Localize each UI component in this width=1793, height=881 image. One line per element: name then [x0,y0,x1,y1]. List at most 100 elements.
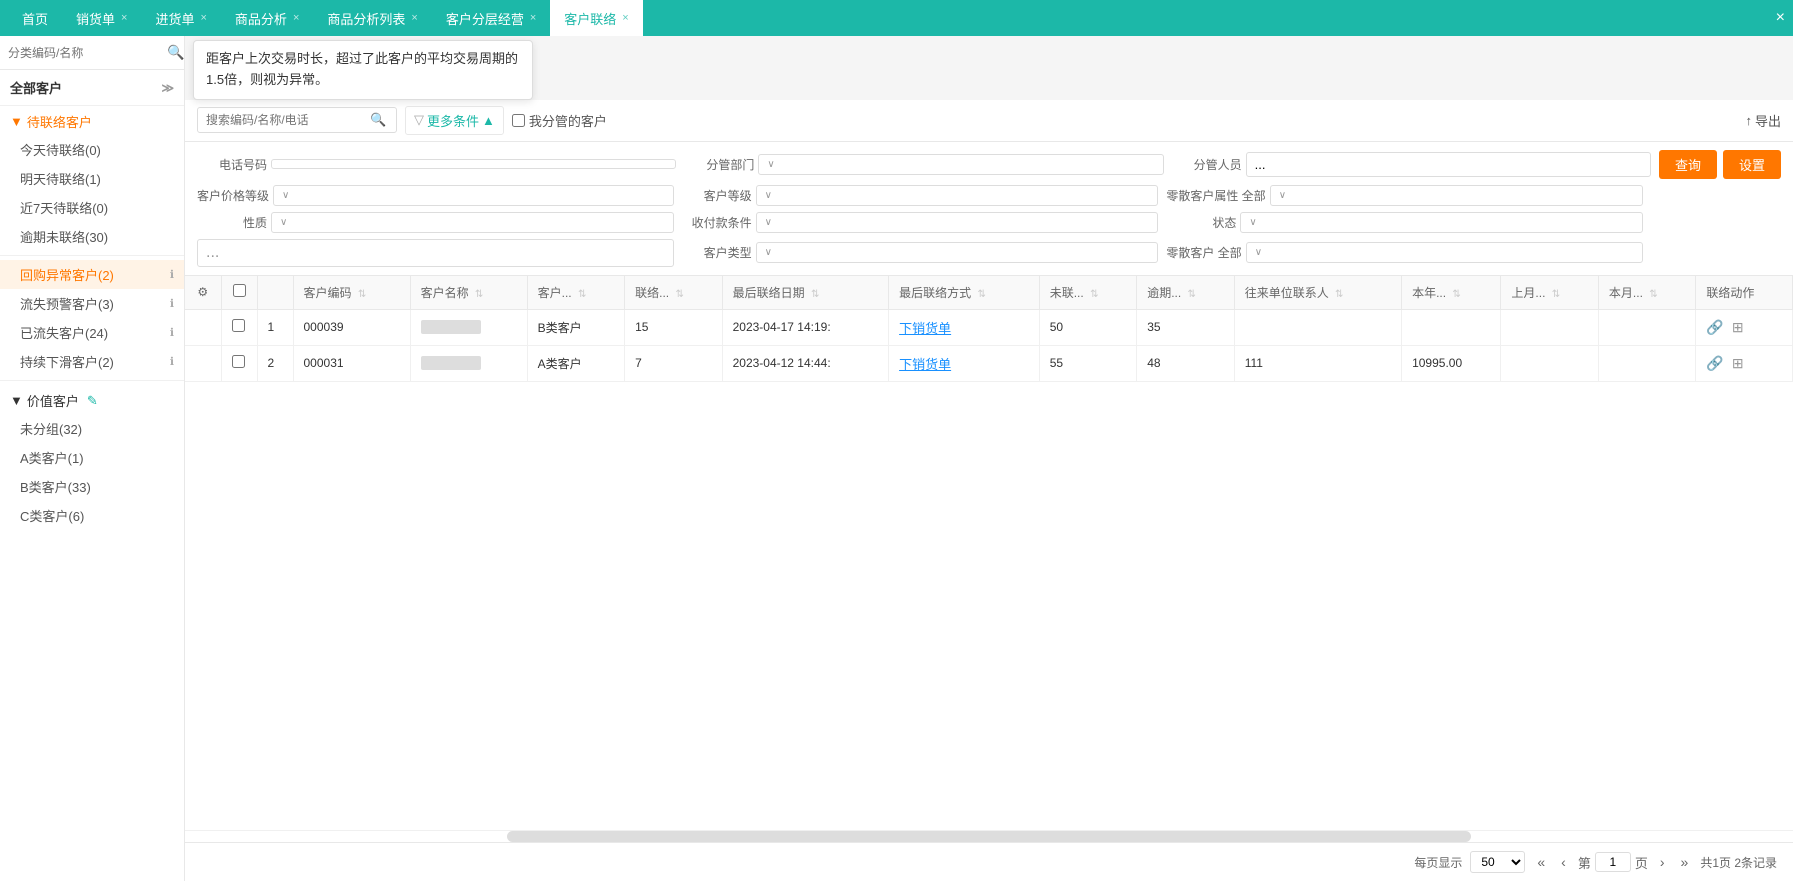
phone-input[interactable] [271,159,676,169]
th-last-contact-method[interactable]: 最后联络方式 ⇅ [889,276,1040,310]
td-check-0[interactable] [221,309,257,345]
th-history-contacts[interactable]: 往来单位联系人 ⇅ [1234,276,1401,310]
sidebar-divider-1 [0,255,184,256]
filter-status: 状态 ∨ [1166,212,1643,233]
sidebar-item-b-type[interactable]: B类客户(33) [0,472,184,501]
customer-type-select[interactable]: ∨ [756,242,1159,263]
nav-customer-segment[interactable]: 客户分层经营 × [432,0,550,36]
all-customers-header: 全部客户 ≫ [0,70,184,106]
sidebar-item-lost-predicted[interactable]: 流失预警客户(3) ℹ [0,289,184,318]
info-icon-already-lost: ℹ [170,326,174,339]
td-last-method-1[interactable]: 下销货单 [889,345,1040,381]
sort-lastmonth-icon: ⇅ [1552,289,1560,300]
nav-purchase-order[interactable]: 进货单 × [141,0,220,36]
first-page-btn[interactable]: « [1533,852,1549,872]
my-customers-checkbox-label[interactable]: 我分管的客户 [512,111,607,130]
sidebar-item-repurchase-abnormal[interactable]: 回购异常客户(2) ℹ [0,260,184,289]
th-name[interactable]: 客户名称 ⇅ [410,276,527,310]
th-overdue[interactable]: 逾期... ⇅ [1137,276,1234,310]
nature-select[interactable]: ∨ [271,212,674,233]
action-grid-icon-1[interactable]: ⊞ [1732,355,1744,372]
sidebar-item-overdue-pending[interactable]: 逾期未联络(30) [0,222,184,251]
all-customers-label: 全部客户 [10,78,62,97]
pagination-bar: 每页显示 50 100 200 « ‹ 第 页 › » 共1页 2条记录 [185,842,1793,881]
close-product-analysis-icon[interactable]: × [293,12,299,24]
last-page-btn[interactable]: » [1677,852,1693,872]
nav-customer-contact[interactable]: 客户联络 × [550,0,642,36]
horizontal-scrollbar[interactable] [185,830,1793,842]
td-last-method-0[interactable]: 下销货单 [889,309,1040,345]
th-check[interactable] [221,276,257,310]
prev-page-btn[interactable]: ‹ [1557,852,1570,872]
close-customer-contact-icon[interactable]: × [622,12,628,24]
sort-contact-icon: ⇅ [675,289,683,300]
select-all-checkbox[interactable] [233,284,246,297]
sidebar-item-ungroup[interactable]: 未分组(32) [0,414,184,443]
value-group-label[interactable]: ▼ 价值客户 ✎ [0,385,184,414]
th-last-month[interactable]: 上月... ⇅ [1501,276,1598,310]
td-overdue-1: 48 [1137,345,1234,381]
close-sales-order-icon[interactable]: × [121,12,127,24]
action-link-icon-0[interactable]: 🔗 [1706,319,1723,336]
td-check-1[interactable] [221,345,257,381]
search-icon[interactable]: 🔍 [370,112,386,128]
th-this-month[interactable]: 本月... ⇅ [1598,276,1695,310]
sidebar-item-a-type[interactable]: A类客户(1) [0,443,184,472]
td-gear-0 [185,309,221,345]
th-code[interactable]: 客户编码 ⇅ [293,276,410,310]
search-input[interactable] [206,113,366,127]
sort-thismonth-icon: ⇅ [1649,289,1657,300]
td-action-0: 🔗 ⊞ [1696,309,1793,345]
action-grid-icon-0[interactable]: ⊞ [1732,319,1744,336]
sidebar-item-already-lost[interactable]: 已流失客户(24) ℹ [0,318,184,347]
sidebar-item-7days-pending[interactable]: 近7天待联络(0) [0,193,184,222]
my-customers-checkbox[interactable] [512,114,525,127]
export-btn[interactable]: ↑ 导出 [1745,111,1781,130]
customer-level-select[interactable]: ∨ [756,185,1159,206]
th-uncontacted[interactable]: 未联... ⇅ [1039,276,1136,310]
payment-select[interactable]: ∨ [756,212,1159,233]
nav-home[interactable]: 首页 [8,0,62,36]
sidebar-collapse-btn[interactable]: ≫ [161,81,174,95]
retail-attribute-select[interactable]: ∨ [1270,185,1643,206]
dept-select[interactable]: ∨ [758,154,1163,175]
price-level-select[interactable]: ∨ [273,185,674,206]
page-info: 第 页 [1578,852,1648,872]
next-page-btn[interactable]: › [1656,852,1669,872]
close-purchase-order-icon[interactable]: × [200,12,206,24]
window-close-button[interactable]: × [1776,9,1785,27]
sidebar-item-c-type[interactable]: C类客户(6) [0,501,184,530]
th-customer-level[interactable]: 客户... ⇅ [527,276,624,310]
sidebar-item-tomorrow-pending[interactable]: 明天待联络(1) [0,164,184,193]
manager-input[interactable]: ... [1246,152,1651,177]
sidebar-item-today-pending[interactable]: 今天待联络(0) [0,135,184,164]
query-button[interactable]: 查询 [1659,150,1717,179]
pending-group-label[interactable]: ▼ 待联络客户 [0,106,184,135]
name-blurred [421,320,481,334]
td-history-0 [1234,309,1401,345]
action-link-icon-1[interactable]: 🔗 [1706,355,1723,372]
manager-ellipsis[interactable]: ... [1255,157,1266,172]
close-product-analysis-list-icon[interactable]: × [411,12,417,24]
nav-product-analysis-list[interactable]: 商品分析列表 × [313,0,431,36]
th-contact-count[interactable]: 联络... ⇅ [625,276,722,310]
status-select[interactable]: ∨ [1240,212,1643,233]
more-conditions-btn[interactable]: ▽ 更多条件 ▲ [405,106,504,135]
page-number-input[interactable] [1595,852,1631,872]
nav-sales-order[interactable]: 销货单 × [62,0,141,36]
table-row: 2 000031 A类客户 7 2023-04-12 14:44: 下销货单 5… [185,345,1793,381]
th-last-contact-date[interactable]: 最后联络日期 ⇅ [722,276,889,310]
settings-button[interactable]: 设置 [1723,150,1781,179]
value-group-edit-icon[interactable]: ✎ [87,393,98,409]
sidebar-item-continuous-down[interactable]: 持续下滑客户(2) ℹ [0,347,184,376]
th-this-year[interactable]: 本年... ⇅ [1402,276,1501,310]
th-gear[interactable]: ⚙ [185,276,221,310]
nav-product-analysis[interactable]: 商品分析 × [221,0,313,36]
per-page-select[interactable]: 50 100 200 [1470,851,1525,873]
retail-customer-select[interactable]: ∨ [1246,242,1643,263]
sidebar-search-icon[interactable]: 🔍 [167,44,184,61]
close-customer-segment-icon[interactable]: × [530,12,536,24]
ellipsis-input[interactable]: ... [197,239,674,267]
sidebar-search-input[interactable] [8,46,163,60]
td-year-0 [1402,309,1501,345]
